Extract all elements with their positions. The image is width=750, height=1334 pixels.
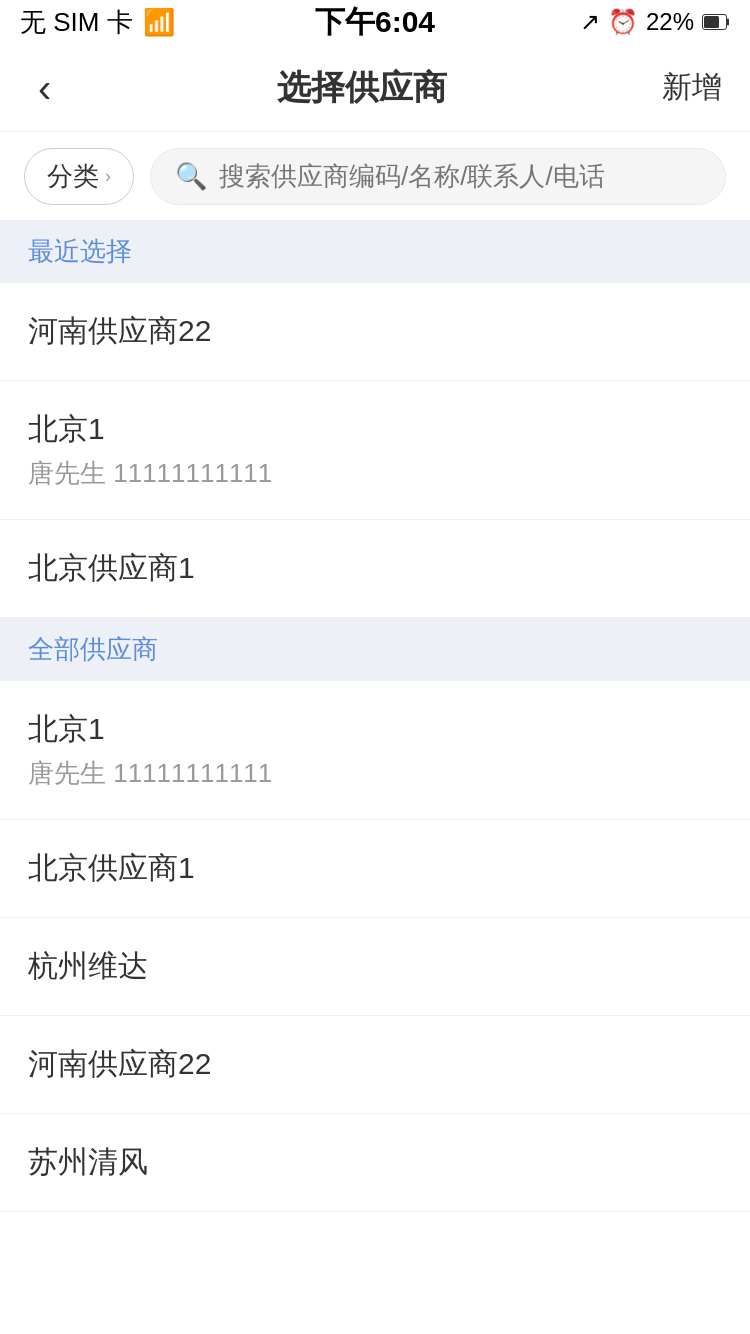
list-item[interactable]: 北京供应商1 [0, 820, 750, 918]
new-action-button[interactable]: 新增 [662, 67, 722, 108]
battery-icon [702, 8, 730, 36]
status-bar: 无 SIM 卡 📶 下午6:04 ↗ ⏰ 22% [0, 0, 750, 44]
filter-bar: 分类 › 🔍 [0, 132, 750, 220]
recent-section-header: 最近选择 [0, 220, 750, 283]
battery-percent: 22% [646, 8, 694, 36]
list-item[interactable]: 河南供应商22 [0, 1016, 750, 1114]
all-items-list: 北京1 唐先生 11111111111 北京供应商1 杭州维达河南供应商22 苏州清风 [0, 681, 750, 1212]
search-box[interactable]: 🔍 [150, 148, 726, 205]
category-label: 分类 [47, 159, 99, 194]
all-section-header: 全部供应商 [0, 618, 750, 681]
location-icon: ↗ [580, 8, 600, 36]
recent-section-label: 最近选择 [28, 236, 132, 266]
item-sub: 唐先生 11111111111 [28, 756, 722, 791]
status-left: 无 SIM 卡 📶 [20, 5, 175, 40]
nav-bar: ‹ 选择供应商 新增 [0, 44, 750, 132]
search-input[interactable] [219, 161, 701, 192]
item-name: 北京1 [28, 709, 722, 750]
svg-rect-1 [704, 16, 719, 28]
item-name: 苏州清风 [28, 1142, 722, 1183]
alarm-icon: ⏰ [608, 8, 638, 36]
category-button[interactable]: 分类 › [24, 148, 134, 205]
item-name: 北京供应商1 [28, 548, 722, 589]
list-item[interactable]: 北京1 唐先生 11111111111 [0, 681, 750, 820]
item-name: 北京1 [28, 409, 722, 450]
item-name: 河南供应商22 [28, 311, 722, 352]
list-item[interactable]: 苏州清风 [0, 1114, 750, 1212]
list-item[interactable]: 杭州维达 [0, 918, 750, 1016]
status-time: 下午6:04 [315, 2, 435, 43]
back-button[interactable]: ‹ [28, 58, 61, 118]
list-item[interactable]: 北京1 唐先生 11111111111 [0, 381, 750, 520]
chevron-right-icon: › [105, 166, 111, 187]
item-name: 北京供应商1 [28, 848, 722, 889]
item-name: 河南供应商22 [28, 1044, 722, 1085]
page-title: 选择供应商 [277, 65, 447, 111]
wifi-icon: 📶 [143, 7, 175, 38]
item-sub: 唐先生 11111111111 [28, 456, 722, 491]
list-item[interactable]: 河南供应商22 [0, 283, 750, 381]
search-icon: 🔍 [175, 161, 207, 192]
no-sim-text: 无 SIM 卡 [20, 5, 133, 40]
item-name: 杭州维达 [28, 946, 722, 987]
status-right: ↗ ⏰ 22% [580, 8, 730, 36]
recent-items-list: 河南供应商22 北京1 唐先生 11111111111 北京供应商1 [0, 283, 750, 618]
list-item[interactable]: 北京供应商1 [0, 520, 750, 618]
all-section-label: 全部供应商 [28, 634, 158, 664]
